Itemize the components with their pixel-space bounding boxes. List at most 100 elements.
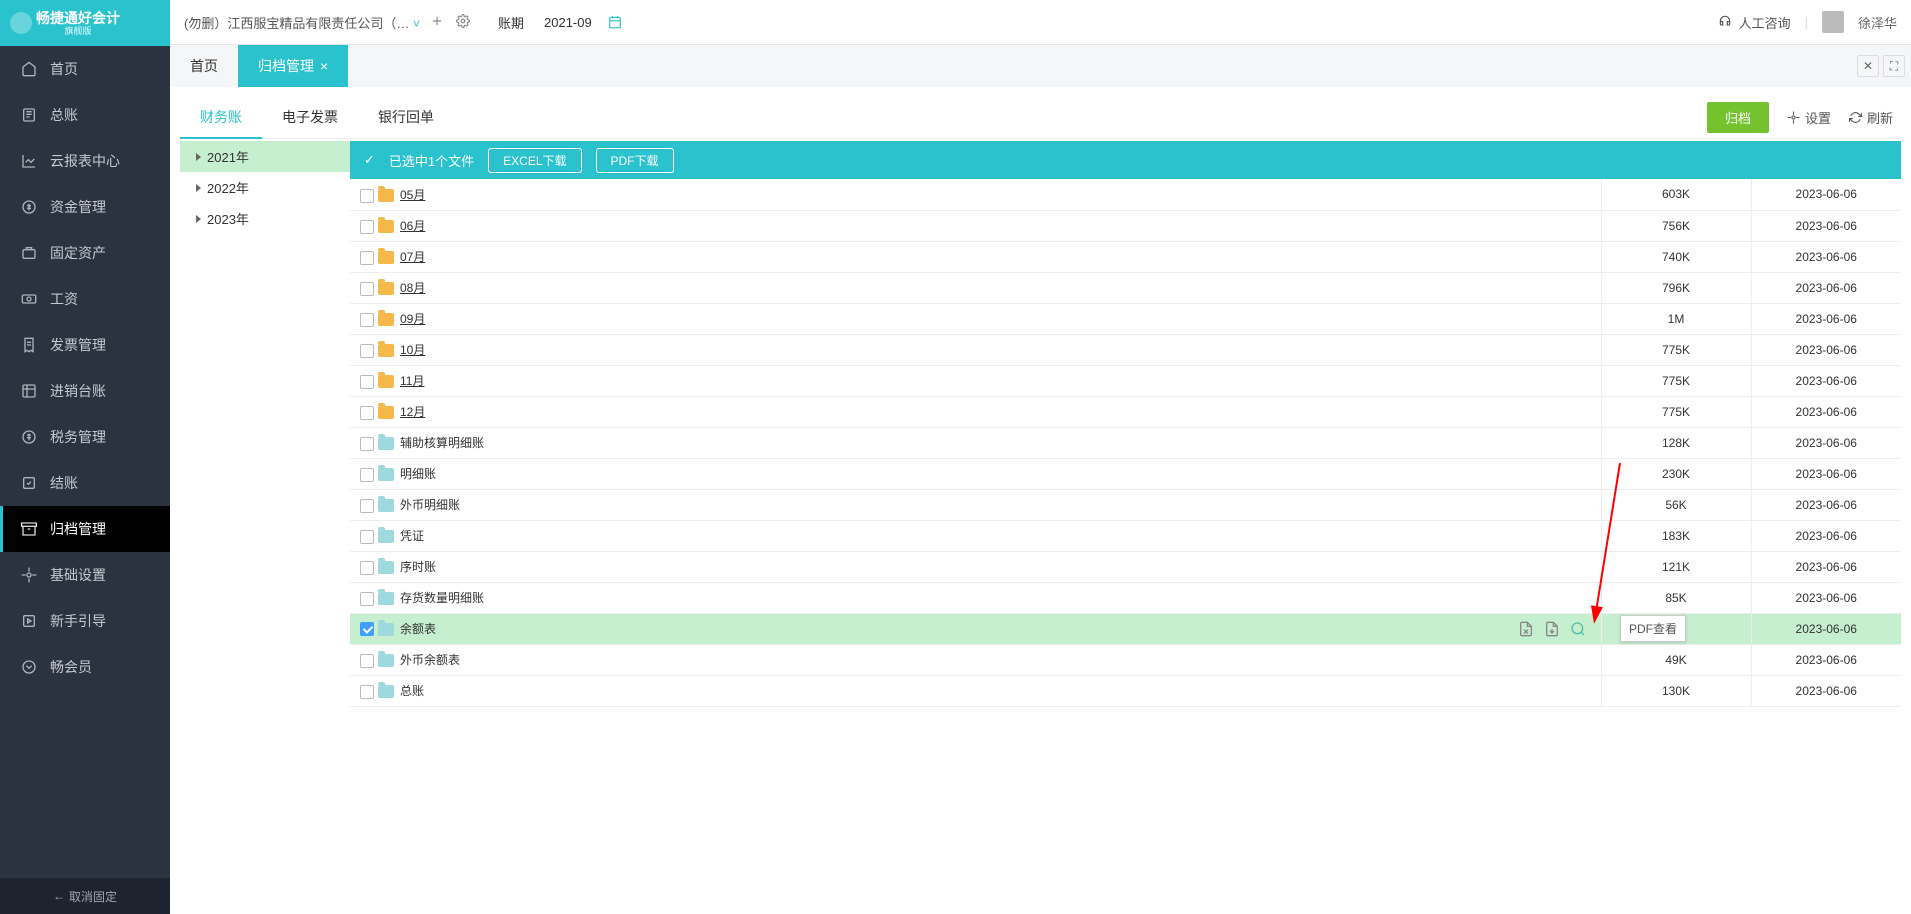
tree-label: 2023年 bbox=[207, 209, 249, 228]
pdf-download-icon[interactable] bbox=[1543, 620, 1561, 638]
sub-tab[interactable]: 财务账 bbox=[180, 97, 262, 139]
sidebar-item-funds[interactable]: 资金管理 bbox=[0, 184, 170, 230]
file-size: 796K bbox=[1601, 272, 1751, 303]
file-name-link[interactable]: 06月 bbox=[400, 219, 425, 233]
table-row[interactable]: 序时账121K2023-06-06 bbox=[350, 551, 1901, 582]
table-row[interactable]: 12月775K2023-06-06 bbox=[350, 396, 1901, 427]
sub-tab[interactable]: 电子发票 bbox=[262, 97, 358, 138]
file-name-link[interactable]: 12月 bbox=[400, 405, 425, 419]
tax-icon bbox=[20, 428, 38, 446]
file-date: 2023-06-06 bbox=[1751, 303, 1901, 334]
table-row[interactable]: 外币明细账56K2023-06-06 bbox=[350, 489, 1901, 520]
company-selector[interactable]: (勿删）江西服宝精品有限责任公司（… ˅ bbox=[184, 13, 420, 32]
table-row[interactable]: 11月775K2023-06-06 bbox=[350, 365, 1901, 396]
sidebar-item-guide[interactable]: 新手引导 bbox=[0, 598, 170, 644]
salary-icon bbox=[20, 290, 38, 308]
fullscreen-icon[interactable]: ⛶ bbox=[1883, 55, 1905, 77]
table-row[interactable]: 外币余额表49K2023-06-06 bbox=[350, 644, 1901, 675]
avatar[interactable] bbox=[1822, 11, 1844, 33]
row-checkbox[interactable] bbox=[360, 499, 374, 513]
consult-link[interactable]: 人工咨询 bbox=[1718, 13, 1791, 32]
sidebar-item-label: 进销台账 bbox=[50, 381, 106, 401]
file-name-link[interactable]: 10月 bbox=[400, 343, 425, 357]
tab-label: 首页 bbox=[190, 56, 218, 76]
sidebar-item-archive[interactable]: 归档管理 bbox=[0, 506, 170, 552]
sidebar-item-label: 归档管理 bbox=[50, 519, 106, 539]
table-row[interactable]: 明细账230K2023-06-06 bbox=[350, 458, 1901, 489]
excel-download-icon[interactable] bbox=[1517, 620, 1535, 638]
table-row[interactable]: 05月603K2023-06-06 bbox=[350, 179, 1901, 210]
archive-button[interactable]: 归档 bbox=[1707, 102, 1769, 133]
tree-year[interactable]: 2023年 bbox=[180, 203, 350, 234]
table-row[interactable]: 存货数量明细账85K2023-06-06 bbox=[350, 582, 1901, 613]
file-date: 2023-06-06 bbox=[1751, 613, 1901, 644]
row-checkbox[interactable] bbox=[360, 685, 374, 699]
tab[interactable]: 归档管理× bbox=[238, 45, 348, 87]
table-row[interactable]: 凭证183K2023-06-06 bbox=[350, 520, 1901, 551]
close-all-tabs[interactable]: ✕ bbox=[1857, 55, 1879, 77]
table-row[interactable]: 09月1M2023-06-06 bbox=[350, 303, 1901, 334]
user-name[interactable]: 徐泽华 bbox=[1858, 13, 1897, 32]
row-checkbox[interactable] bbox=[360, 282, 374, 296]
folder-icon bbox=[378, 313, 394, 326]
sidebar-item-close[interactable]: 结账 bbox=[0, 460, 170, 506]
check-icon: ✓ bbox=[364, 152, 375, 168]
pdf-download-button[interactable]: PDF下载 bbox=[596, 148, 674, 173]
file-name-link[interactable]: 09月 bbox=[400, 312, 425, 326]
row-checkbox[interactable] bbox=[360, 251, 374, 265]
table-row[interactable]: 总账130K2023-06-06 bbox=[350, 675, 1901, 706]
plus-icon[interactable] bbox=[430, 14, 446, 30]
tree-year[interactable]: 2022年 bbox=[180, 172, 350, 203]
calendar-icon[interactable] bbox=[608, 15, 622, 29]
row-checkbox[interactable] bbox=[360, 189, 374, 203]
row-checkbox[interactable] bbox=[360, 468, 374, 482]
file-name-link[interactable]: 05月 bbox=[400, 188, 425, 202]
file-name-link[interactable]: 08月 bbox=[400, 281, 425, 295]
gear-icon[interactable] bbox=[456, 14, 472, 30]
sidebar-item-salary[interactable]: 工资 bbox=[0, 276, 170, 322]
table-row[interactable]: 07月740K2023-06-06 bbox=[350, 241, 1901, 272]
sidebar-item-settings[interactable]: 基础设置 bbox=[0, 552, 170, 598]
row-checkbox[interactable] bbox=[360, 313, 374, 327]
row-checkbox[interactable] bbox=[360, 530, 374, 544]
settings-link[interactable]: 设置 bbox=[1787, 108, 1831, 127]
file-name-link[interactable]: 11月 bbox=[400, 374, 424, 388]
excel-download-button[interactable]: EXCEL下载 bbox=[488, 148, 581, 173]
file-size: 130K bbox=[1601, 675, 1751, 706]
file-name-link[interactable]: 07月 bbox=[400, 250, 425, 264]
period-value[interactable]: 2021-09 bbox=[544, 15, 592, 30]
row-checkbox[interactable] bbox=[360, 592, 374, 606]
table-row[interactable]: 10月775K2023-06-06 bbox=[350, 334, 1901, 365]
table-row[interactable]: 辅助核算明细账128K2023-06-06 bbox=[350, 427, 1901, 458]
row-checkbox[interactable] bbox=[360, 406, 374, 420]
file-size: 56K bbox=[1601, 489, 1751, 520]
row-checkbox[interactable] bbox=[360, 622, 374, 636]
main: (勿删）江西服宝精品有限责任公司（… ˅ 账期 2021-09 bbox=[170, 0, 1911, 914]
table-row[interactable]: 08月796K2023-06-06 bbox=[350, 272, 1901, 303]
sidebar-item-inout[interactable]: 进销台账 bbox=[0, 368, 170, 414]
tab[interactable]: 首页 bbox=[170, 45, 238, 87]
table-row[interactable]: 06月756K2023-06-06 bbox=[350, 210, 1901, 241]
row-checkbox[interactable] bbox=[360, 344, 374, 358]
close-icon[interactable]: × bbox=[320, 58, 328, 74]
sidebar-item-invoice[interactable]: 发票管理 bbox=[0, 322, 170, 368]
sub-tab[interactable]: 银行回单 bbox=[358, 97, 454, 138]
refresh-link[interactable]: 刷新 bbox=[1849, 108, 1893, 127]
row-checkbox[interactable] bbox=[360, 561, 374, 575]
sidebar-item-fixed[interactable]: 固定资产 bbox=[0, 230, 170, 276]
sidebar-item-vip[interactable]: 畅会员 bbox=[0, 644, 170, 690]
row-checkbox[interactable] bbox=[360, 437, 374, 451]
file-size: 121K bbox=[1601, 551, 1751, 582]
sidebar-item-home[interactable]: 首页 bbox=[0, 46, 170, 92]
tree-year[interactable]: 2021年 bbox=[180, 141, 350, 172]
invoice-icon bbox=[20, 336, 38, 354]
row-checkbox[interactable] bbox=[360, 654, 374, 668]
sidebar-item-report[interactable]: 云报表中心 bbox=[0, 138, 170, 184]
row-checkbox[interactable] bbox=[360, 220, 374, 234]
file-date: 2023-06-06 bbox=[1751, 458, 1901, 489]
sidebar-pin-toggle[interactable]: ←取消固定 bbox=[0, 878, 170, 914]
row-checkbox[interactable] bbox=[360, 375, 374, 389]
sidebar-item-tax[interactable]: 税务管理 bbox=[0, 414, 170, 460]
pdf-view-icon[interactable] bbox=[1569, 620, 1587, 638]
sidebar-item-ledger[interactable]: 总账 bbox=[0, 92, 170, 138]
